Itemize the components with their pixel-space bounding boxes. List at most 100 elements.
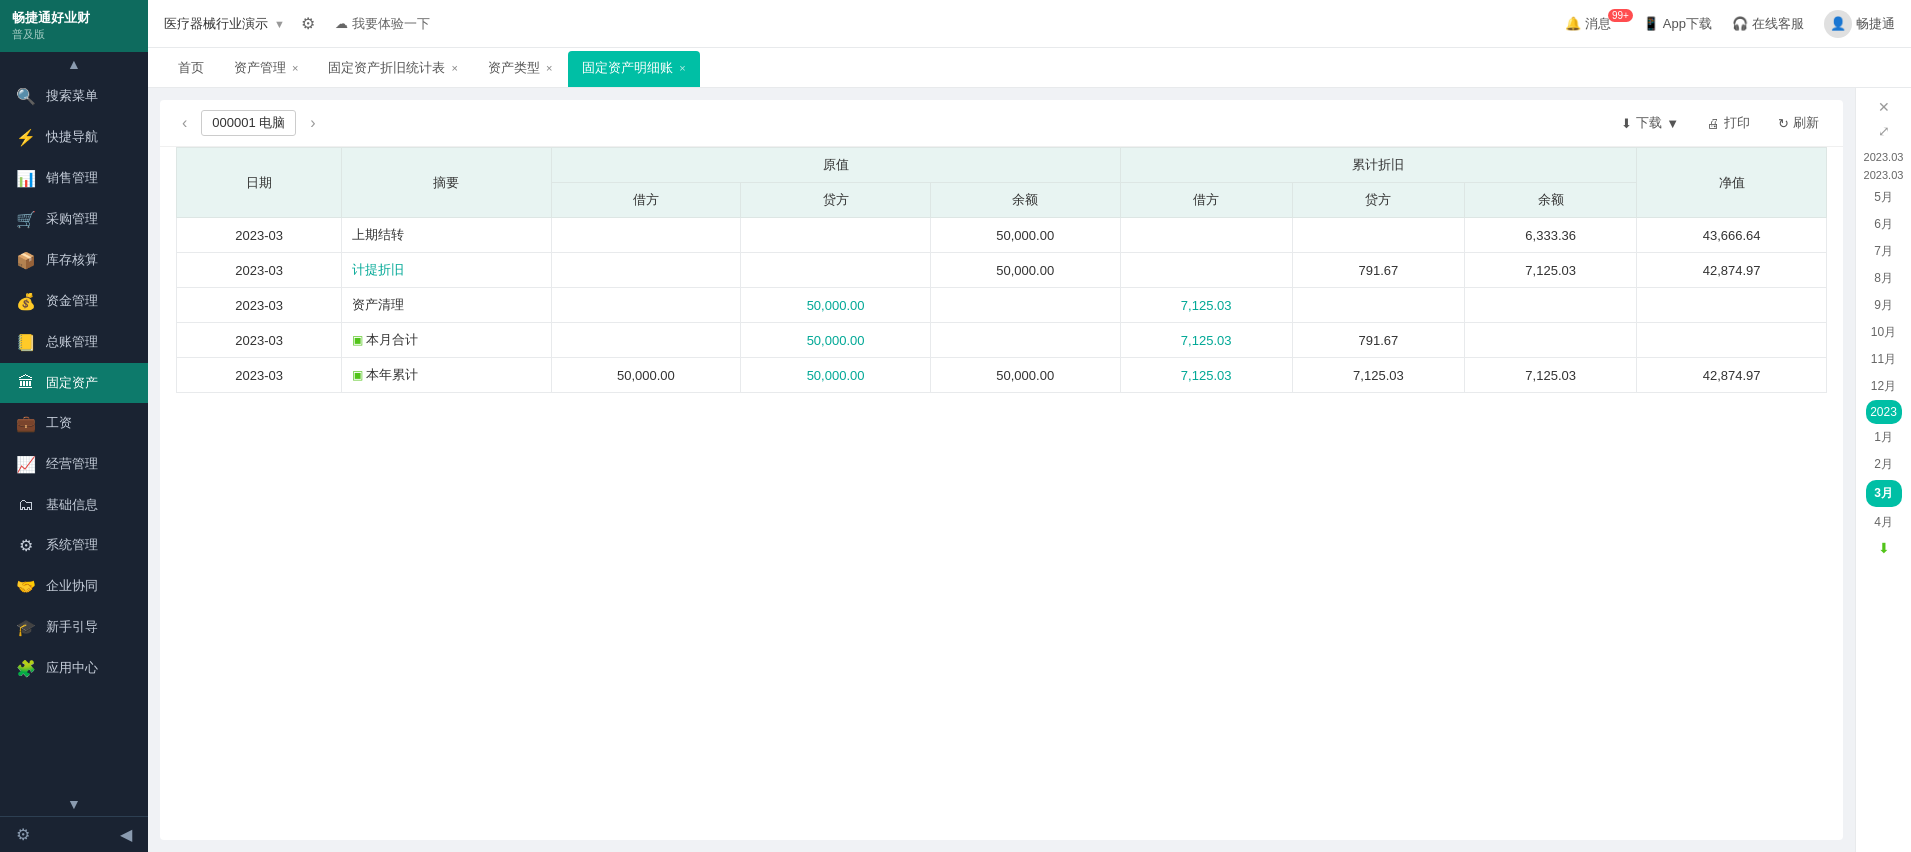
sidebar-item-ops[interactable]: 📈 经营管理 [0, 444, 148, 485]
timeline-month-7[interactable]: 7月 [1856, 238, 1911, 265]
purchase-icon: 🛒 [16, 210, 36, 229]
th-orig-balance: 余额 [930, 183, 1120, 218]
company-selector[interactable]: 医疗器械行业演示 ▼ [164, 15, 285, 33]
timeline-date-1: 2023.03 [1864, 148, 1904, 166]
th-acc-credit: 贷方 [1292, 183, 1464, 218]
timeline-month-2[interactable]: 2月 [1856, 451, 1911, 478]
print-icon: 🖨 [1707, 116, 1720, 131]
refresh-label: 刷新 [1793, 114, 1819, 132]
notifications-btn[interactable]: 🔔 消息 99+ [1565, 15, 1623, 33]
sidebar-item-ledger[interactable]: 📒 总账管理 [0, 322, 148, 363]
app-download-btn[interactable]: 📱 App下载 [1643, 15, 1712, 33]
sidebar-item-label: 企业协同 [46, 577, 98, 595]
panel-expand-button[interactable]: ⤢ [1875, 120, 1893, 142]
download-button[interactable]: ⬇ 下载 ▼ [1613, 110, 1687, 136]
timeline-month-1[interactable]: 1月 [1856, 424, 1911, 451]
sidebar-scroll-down[interactable]: ▼ [0, 792, 148, 816]
th-net-value: 净值 [1637, 148, 1827, 218]
tab-asset-type[interactable]: 资产类型 × [474, 51, 566, 87]
refresh-icon: ↻ [1778, 116, 1789, 131]
sidebar-item-collab[interactable]: 🤝 企业协同 [0, 566, 148, 607]
timeline-month-11[interactable]: 11月 [1856, 346, 1911, 373]
tab-asset-detail-close-icon[interactable]: × [679, 62, 685, 74]
topbar: 医疗器械行业演示 ▼ ⚙ ☁ 我要体验一下 🔔 消息 99+ 📱 App下载 🎧… [148, 0, 1911, 48]
company-caret-icon: ▼ [274, 18, 285, 30]
th-acc-balance: 余额 [1465, 183, 1637, 218]
print-button[interactable]: 🖨 打印 [1699, 110, 1758, 136]
timeline-year-2023[interactable]: 2023 [1866, 400, 1902, 424]
topbar-right: 🔔 消息 99+ 📱 App下载 🎧 在线客服 👤 畅捷通 [1565, 10, 1895, 38]
username-label: 畅捷通 [1856, 15, 1895, 33]
sidebar-item-capital[interactable]: 💰 资金管理 [0, 281, 148, 322]
sidebar-item-label: 基础信息 [46, 496, 98, 514]
timeline-month-8[interactable]: 8月 [1856, 265, 1911, 292]
tab-asset-type-label: 资产类型 [488, 59, 540, 77]
prev-asset-button[interactable]: ‹ [176, 112, 193, 134]
sidebar-item-label: 快捷导航 [46, 128, 98, 146]
timeline-month-6[interactable]: 6月 [1856, 211, 1911, 238]
sidebar-item-guide[interactable]: 🎓 新手引导 [0, 607, 148, 648]
timeline-down-icon[interactable]: ⬇ [1878, 540, 1890, 556]
timeline-month-9[interactable]: 9月 [1856, 292, 1911, 319]
sidebar-item-search[interactable]: 🔍 搜索菜单 [0, 76, 148, 117]
th-acc-debit: 借方 [1120, 183, 1292, 218]
ledger-icon: 📒 [16, 333, 36, 352]
timeline-month-10[interactable]: 10月 [1856, 319, 1911, 346]
tab-asset-mgmt-close-icon[interactable]: × [292, 62, 298, 74]
sidebar-item-inventory[interactable]: 📦 库存核算 [0, 240, 148, 281]
logo-text: 畅捷通好业财 [12, 10, 90, 27]
tab-depreciation-stats-close-icon[interactable]: × [451, 62, 457, 74]
tab-home[interactable]: 首页 [164, 51, 218, 87]
customer-service-btn[interactable]: 🎧 在线客服 [1732, 15, 1804, 33]
table-container: 日期 摘要 原值 累计折旧 净值 借方 贷方 余额 借方 贷方 余额 [160, 147, 1843, 840]
panel-close-button[interactable]: ✕ [1875, 96, 1893, 118]
sidebar-item-system[interactable]: ⚙ 系统管理 [0, 525, 148, 566]
sidebar-item-label: 工资 [46, 414, 72, 432]
tab-depreciation-stats[interactable]: 固定资产折旧统计表 × [314, 51, 471, 87]
settings-button[interactable]: ⚙ [16, 825, 30, 844]
sidebar-item-label: 新手引导 [46, 618, 98, 636]
sidebar-footer: ⚙ ◀ [0, 816, 148, 852]
tab-asset-mgmt[interactable]: 资产管理 × [220, 51, 312, 87]
gear-icon[interactable]: ⚙ [301, 14, 315, 33]
sidebar-item-quicknav[interactable]: ⚡ 快捷导航 [0, 117, 148, 158]
sidebar-item-apps[interactable]: 🧩 应用中心 [0, 648, 148, 689]
collab-icon: 🤝 [16, 577, 36, 596]
table-row: 2023-03▣本年累计50,000.0050,000.0050,000.007… [177, 358, 1827, 393]
salary-icon: 💼 [16, 414, 36, 433]
th-date: 日期 [177, 148, 342, 218]
asset-nav-actions: ⬇ 下载 ▼ 🖨 打印 ↻ 刷新 [1613, 110, 1827, 136]
th-orig-credit: 贷方 [741, 183, 931, 218]
timeline-panel: ✕ ⤢ 2023.03 2023.03 5月 6月 7月 8月 9月 10月 1… [1855, 88, 1911, 852]
timeline-month-3[interactable]: 3月 [1866, 480, 1902, 507]
headset-icon: 🎧 [1732, 16, 1748, 31]
table-row: 2023-03上期结转50,000.006,333.3643,666.64 [177, 218, 1827, 253]
refresh-button[interactable]: ↻ 刷新 [1770, 110, 1827, 136]
sidebar-item-purchase[interactable]: 🛒 采购管理 [0, 199, 148, 240]
sidebar-scroll-up[interactable]: ▲ [0, 52, 148, 76]
tab-home-label: 首页 [178, 59, 204, 77]
sidebar-item-sales[interactable]: 📊 销售管理 [0, 158, 148, 199]
sidebar-item-label: 库存核算 [46, 251, 98, 269]
experience-btn[interactable]: ☁ 我要体验一下 [335, 15, 430, 33]
page-body: ‹ 000001 电脑 › ⬇ 下载 ▼ 🖨 打印 [160, 100, 1843, 840]
sidebar-header: 畅捷通好业财 普及版 [0, 0, 148, 52]
company-name: 医疗器械行业演示 [164, 15, 268, 33]
collapse-button[interactable]: ◀ [120, 825, 132, 844]
sidebar-item-salary[interactable]: 💼 工资 [0, 403, 148, 444]
sidebar-item-label: 资金管理 [46, 292, 98, 310]
user-profile[interactable]: 👤 畅捷通 [1824, 10, 1895, 38]
sidebar-item-label: 搜索菜单 [46, 87, 98, 105]
sidebar-item-basic[interactable]: 🗂 基础信息 [0, 485, 148, 525]
avatar: 👤 [1824, 10, 1852, 38]
apps-icon: 🧩 [16, 659, 36, 678]
tab-asset-type-close-icon[interactable]: × [546, 62, 552, 74]
system-icon: ⚙ [16, 536, 36, 555]
sidebar-item-fixedasset[interactable]: 🏛 固定资产 [0, 363, 148, 403]
timeline-month-4[interactable]: 4月 [1856, 509, 1911, 536]
timeline-month-5[interactable]: 5月 [1856, 184, 1911, 211]
download-caret-icon: ▼ [1666, 116, 1679, 131]
timeline-month-12[interactable]: 12月 [1856, 373, 1911, 400]
tab-asset-detail[interactable]: 固定资产明细账 × [568, 51, 699, 87]
next-asset-button[interactable]: › [304, 112, 321, 134]
